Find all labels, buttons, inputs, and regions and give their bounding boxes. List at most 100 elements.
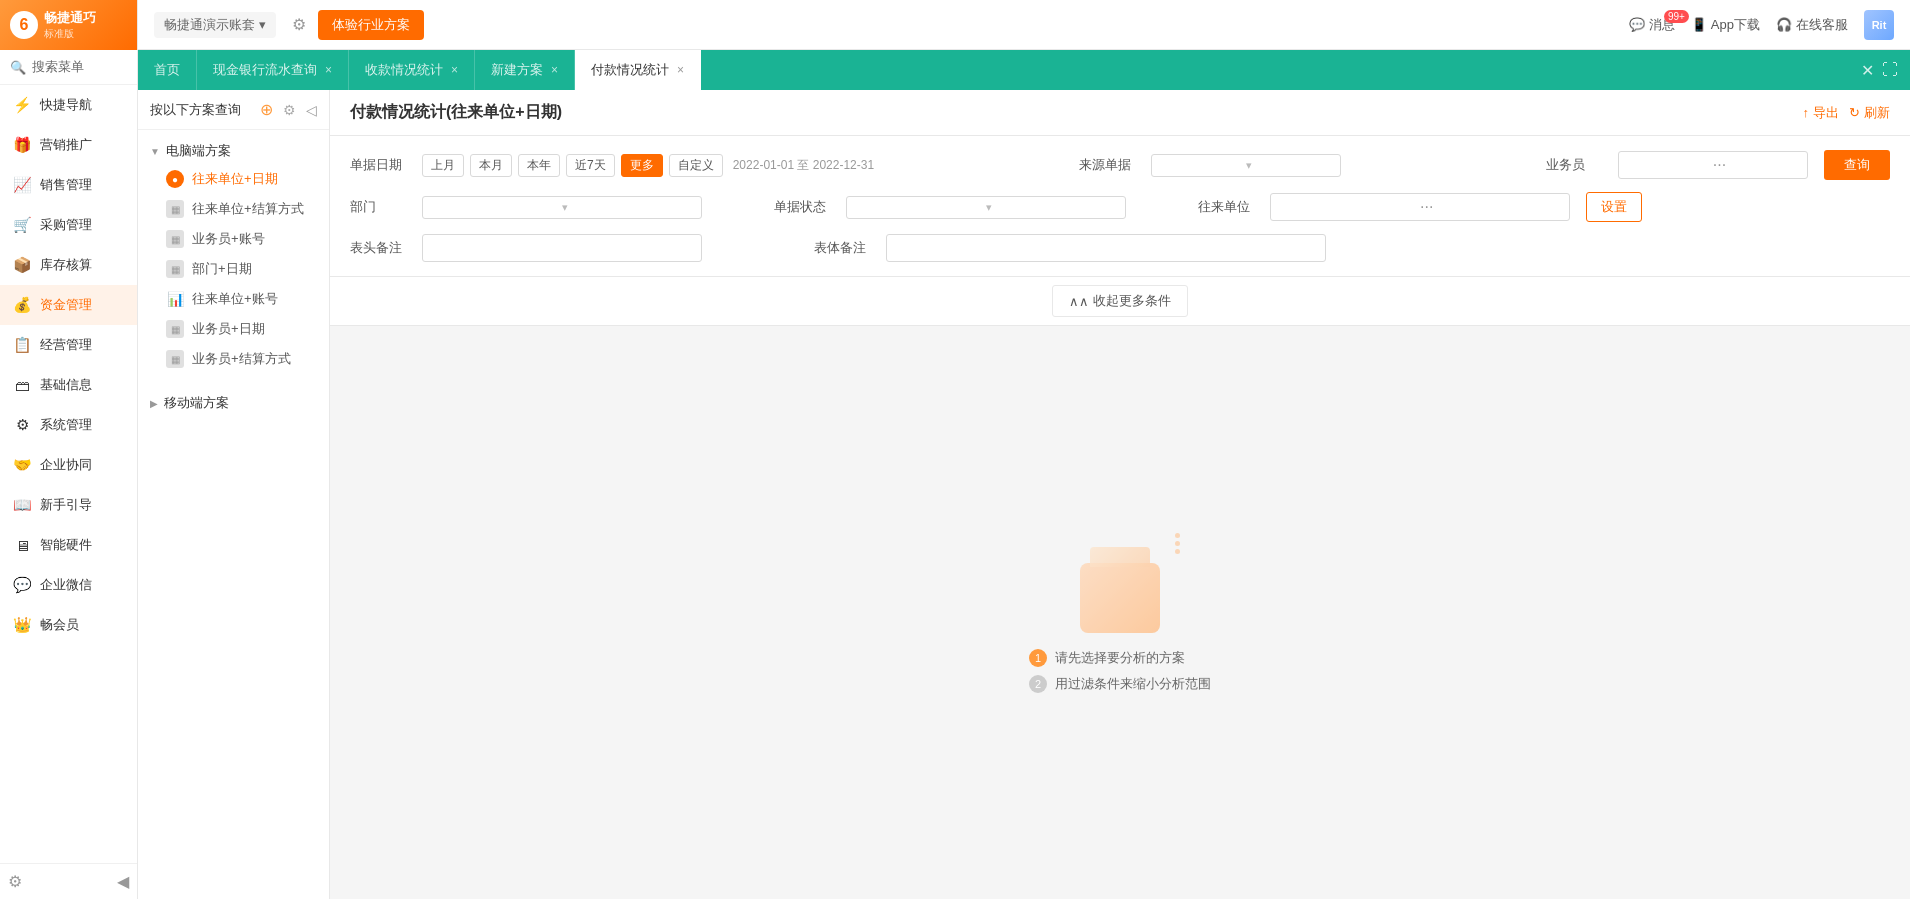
- newbie-icon: 📖: [12, 495, 32, 515]
- date-btn-more[interactable]: 更多: [621, 154, 663, 177]
- sidebar-item-basic-info[interactable]: 🗃 基础信息: [0, 365, 137, 405]
- refresh-icon: ↻: [1849, 105, 1860, 120]
- export-icon: ↑: [1803, 105, 1810, 120]
- refresh-button[interactable]: ↻ 刷新: [1849, 104, 1890, 122]
- scheme-item-label: 往来单位+账号: [192, 290, 278, 308]
- setting-button[interactable]: 设置: [1586, 192, 1642, 222]
- scheme-add-icon[interactable]: ⊕: [260, 100, 273, 119]
- message-button[interactable]: 💬 消息 99+: [1629, 16, 1675, 34]
- dropdown-arrow-icon: ▾: [259, 17, 266, 32]
- desktop-group-header[interactable]: ▼ 电脑端方案: [138, 138, 329, 164]
- page-actions: ↑ 导出 ↻ 刷新: [1803, 104, 1891, 122]
- search-menu-item[interactable]: 🔍 搜索菜单: [0, 50, 137, 85]
- desktop-group-label: 电脑端方案: [166, 142, 231, 160]
- tab-new-scheme[interactable]: 新建方案 ×: [475, 50, 575, 90]
- tab-home-label: 首页: [154, 61, 180, 79]
- empty-illustration: [1060, 533, 1180, 633]
- online-service-button[interactable]: 🎧 在线客服: [1776, 16, 1848, 34]
- tab-bar: 首页 现金银行流水查询 × 收款情况统计 × 新建方案 × 付款情况统计 × ✕…: [138, 50, 1910, 90]
- filter-row-3: 表头备注 表体备注: [350, 234, 1890, 262]
- header-remark-input[interactable]: [422, 234, 702, 262]
- mobile-group-label: 移动端方案: [164, 394, 229, 412]
- header-gear-icon[interactable]: ⚙: [292, 15, 306, 34]
- tab-receipt-stats[interactable]: 收款情况统计 ×: [349, 50, 475, 90]
- basic-info-icon: 🗃: [12, 375, 32, 395]
- enterprise-icon: 🤝: [12, 455, 32, 475]
- sidebar-item-inventory[interactable]: 📦 库存核算: [0, 245, 137, 285]
- mobile-group-header[interactable]: ▶ 移动端方案: [138, 390, 329, 416]
- logo-name: 畅捷通巧: [44, 9, 96, 27]
- scheme-item-icon-unit-account: 📊: [166, 290, 184, 308]
- salesperson-select[interactable]: ···: [1618, 151, 1808, 179]
- tab-bar-actions: ✕ ⛶: [1849, 50, 1910, 90]
- logo-edition: 标准版: [44, 27, 96, 41]
- body-remark-input[interactable]: [886, 234, 1326, 262]
- sidebar-item-enterprise[interactable]: 🤝 企业协同: [0, 445, 137, 485]
- sidebar-item-system[interactable]: ⚙ 系统管理: [0, 405, 137, 445]
- date-btn-custom[interactable]: 自定义: [669, 154, 723, 177]
- scheme-item-staff-settle[interactable]: ▦ 业务员+结算方式: [138, 344, 329, 374]
- tab-new-scheme-close-icon[interactable]: ×: [551, 63, 558, 77]
- sidebar-item-label: 营销推广: [40, 136, 92, 154]
- tab-close-all-icon[interactable]: ✕: [1861, 61, 1874, 80]
- tab-payment-stats[interactable]: 付款情况统计 ×: [575, 50, 701, 90]
- scheme-item-unit-date[interactable]: ● 往来单位+日期: [138, 164, 329, 194]
- dept-select[interactable]: ▾: [422, 196, 702, 219]
- sidebar-item-operation[interactable]: 📋 经营管理: [0, 325, 137, 365]
- date-btn-this-year[interactable]: 本年: [518, 154, 560, 177]
- sidebar-item-marketing[interactable]: 🎁 营销推广: [0, 125, 137, 165]
- tab-receipt-stats-close-icon[interactable]: ×: [451, 63, 458, 77]
- sidebar-item-sales[interactable]: 📈 销售管理: [0, 165, 137, 205]
- export-button[interactable]: ↑ 导出: [1803, 104, 1840, 122]
- query-button[interactable]: 查询: [1824, 150, 1890, 180]
- sidebar-item-hardware[interactable]: 🖥 智能硬件: [0, 525, 137, 565]
- date-filter-label: 单据日期: [350, 156, 406, 174]
- scheme-settings-icon[interactable]: ⚙: [283, 102, 296, 118]
- settings-gear-icon[interactable]: ⚙: [8, 872, 22, 891]
- collapse-sidebar-icon[interactable]: ◀: [117, 872, 129, 891]
- sidebar-item-wechat[interactable]: 💬 企业微信: [0, 565, 137, 605]
- tab-bank-flow-close-icon[interactable]: ×: [325, 63, 332, 77]
- sidebar-item-finance[interactable]: 💰 资金管理: [0, 285, 137, 325]
- empty-tip-1: 1 请先选择要分析的方案: [1029, 649, 1211, 667]
- scheme-item-unit-account[interactable]: 📊 往来单位+账号: [138, 284, 329, 314]
- content-empty-area: 1 请先选择要分析的方案 2 用过滤条件来缩小分析范围: [330, 326, 1910, 899]
- scheme-item-staff-account[interactable]: ▦ 业务员+账号: [138, 224, 329, 254]
- service-label: 在线客服: [1796, 16, 1848, 34]
- trial-button[interactable]: 体验行业方案: [318, 10, 424, 40]
- main-area: 畅捷通演示账套 ▾ ⚙ 体验行业方案 💬 消息 99+ 📱 App下载 🎧 在线…: [138, 0, 1910, 899]
- sidebar-item-label: 新手引导: [40, 496, 92, 514]
- partner-select[interactable]: ···: [1270, 193, 1570, 221]
- desktop-scheme-group: ▼ 电脑端方案 ● 往来单位+日期 ▦ 往来单位+结算方式 ▦ 业务员+账号 ▦: [138, 130, 329, 382]
- partner-dots-icon[interactable]: ···: [1416, 198, 1561, 216]
- scheme-item-label: 往来单位+结算方式: [192, 200, 304, 218]
- sidebar-item-vip[interactable]: 👑 畅会员: [0, 605, 137, 645]
- scheme-item-staff-date[interactable]: ▦ 业务员+日期: [138, 314, 329, 344]
- source-doc-select[interactable]: ▾: [1151, 154, 1341, 177]
- collapse-row: ∧∧ 收起更多条件: [330, 277, 1910, 326]
- date-btn-this-month[interactable]: 本月: [470, 154, 512, 177]
- date-buttons: 上月 本月 本年 近7天 更多 自定义 2022-01-01 至 2022-12…: [422, 154, 874, 177]
- collapse-btn-label: 收起更多条件: [1093, 292, 1171, 310]
- collapse-conditions-button[interactable]: ∧∧ 收起更多条件: [1052, 285, 1188, 317]
- date-btn-last-month[interactable]: 上月: [422, 154, 464, 177]
- sidebar-bottom: ⚙ ◀: [0, 863, 137, 899]
- scheme-item-dept-date[interactable]: ▦ 部门+日期: [138, 254, 329, 284]
- date-btn-last-7days[interactable]: 近7天: [566, 154, 615, 177]
- app-download-button[interactable]: 📱 App下载: [1691, 16, 1760, 34]
- tab-maximize-icon[interactable]: ⛶: [1882, 61, 1898, 79]
- doc-status-select[interactable]: ▾: [846, 196, 1126, 219]
- sidebar-item-quick-nav[interactable]: ⚡ 快捷导航: [0, 85, 137, 125]
- app-label: App下载: [1711, 16, 1760, 34]
- sidebar-item-newbie[interactable]: 📖 新手引导: [0, 485, 137, 525]
- user-avatar[interactable]: Rit: [1864, 10, 1894, 40]
- tab-payment-stats-close-icon[interactable]: ×: [677, 63, 684, 77]
- tab-bank-flow[interactable]: 现金银行流水查询 ×: [197, 50, 349, 90]
- scheme-collapse-icon[interactable]: ◁: [306, 102, 317, 118]
- company-selector[interactable]: 畅捷通演示账套 ▾: [154, 12, 276, 38]
- sidebar-item-label: 基础信息: [40, 376, 92, 394]
- tab-home[interactable]: 首页: [138, 50, 197, 90]
- scheme-item-unit-settle[interactable]: ▦ 往来单位+结算方式: [138, 194, 329, 224]
- sidebar-item-purchase[interactable]: 🛒 采购管理: [0, 205, 137, 245]
- salesperson-dots-icon[interactable]: ···: [1709, 156, 1799, 174]
